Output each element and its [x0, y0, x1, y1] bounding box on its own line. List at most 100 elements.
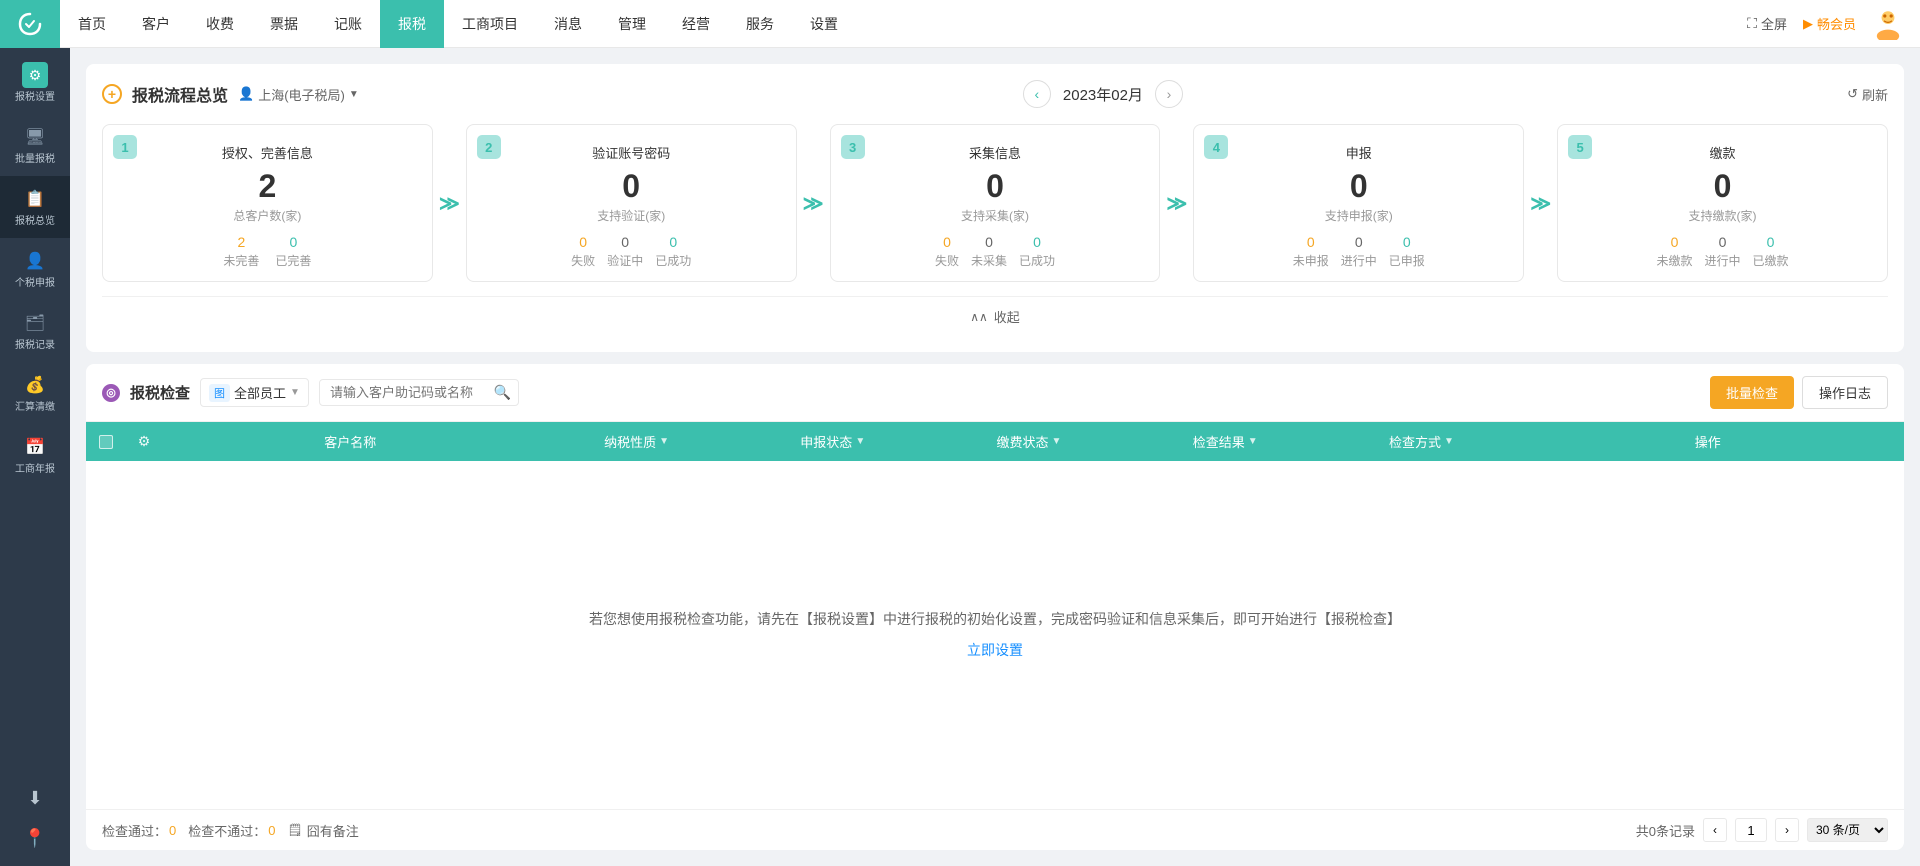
page-input[interactable]: [1735, 818, 1767, 842]
step-4-stat-undeclared[interactable]: 0 未申报: [1293, 234, 1329, 269]
th-tax-type[interactable]: 纳税性质 ▼: [538, 422, 734, 461]
avatar[interactable]: [1872, 8, 1904, 40]
step-5-count: 0: [1570, 168, 1875, 205]
vip-btn[interactable]: ▶ 畅会员: [1803, 14, 1856, 33]
sidebar-bottom: ⬇ 📍: [19, 782, 51, 866]
step-2: 2 验证账号密码 0 支持验证(家) 0 失败 0 验证中: [466, 124, 797, 282]
batch-check-btn[interactable]: 批量检查: [1710, 376, 1794, 409]
nav-items: 首页 客户 收费 票据 记账 报税 工商项目 消息 管理 经营 服务 设置: [60, 0, 856, 48]
refresh-btn[interactable]: ↺ 刷新: [1847, 85, 1888, 104]
employee-filter[interactable]: 图 全部员工 ▼: [200, 378, 309, 407]
step-5-stat-paid[interactable]: 0 已缴款: [1753, 234, 1789, 269]
step-3-stat-success[interactable]: 0 已成功: [1019, 234, 1055, 269]
step-2-title: 验证账号密码: [479, 143, 784, 162]
step-4-count: 0: [1206, 168, 1511, 205]
per-page-select[interactable]: 30 条/页50 条/页100 条/页: [1807, 818, 1888, 842]
refresh-icon: ↺: [1847, 86, 1858, 102]
prev-page-btn[interactable]: ‹: [1703, 818, 1727, 842]
sidebar-item-batch-tax[interactable]: 🖥 批量报税: [0, 114, 70, 176]
search-wrap: 🔍: [319, 379, 519, 406]
sidebar-item-tax-settings[interactable]: ⚙ 报税设置: [0, 52, 70, 114]
nav-item-invoice[interactable]: 票据: [252, 0, 316, 48]
sidebar-item-business-report[interactable]: 📅 工商年报: [0, 424, 70, 486]
th-settings[interactable]: ⚙: [126, 422, 162, 461]
step-2-stat-success[interactable]: 0 已成功: [655, 234, 691, 269]
step-5: 5 缴款 0 支持缴款(家) 0 未缴款 0 进行中: [1557, 124, 1888, 282]
th-checkbox[interactable]: [86, 422, 126, 461]
nav-item-accounting[interactable]: 记账: [316, 0, 380, 48]
location-person-icon: 👤: [238, 86, 254, 102]
sidebar-item-annual-settlement[interactable]: 💰 汇算清缴: [0, 362, 70, 424]
step-1-count: 2: [115, 168, 420, 205]
logo-icon: [16, 10, 44, 38]
step-3-stat-failed[interactable]: 0 失败: [935, 234, 959, 269]
table-footer: 检查通过： 0 检查不通过： 0 🗒 囧有备注 共0条记录 ‹ › 30 条/页…: [86, 809, 1904, 850]
step-4-stat-declared[interactable]: 0 已申报: [1389, 234, 1425, 269]
arrow-4: ≫: [1524, 124, 1557, 282]
step-1-title: 授权、完善信息: [115, 143, 420, 162]
nav-item-service[interactable]: 服务: [728, 0, 792, 48]
filter-icon-pay: ▼: [1052, 436, 1062, 447]
sidebar-label-business-report: 工商年报: [15, 464, 55, 476]
nav-item-business[interactable]: 工商项目: [444, 0, 536, 48]
step-2-count: 0: [479, 168, 784, 205]
nav-item-settings[interactable]: 设置: [792, 0, 856, 48]
nav-item-message[interactable]: 消息: [536, 0, 600, 48]
step-1-stat-incomplete[interactable]: 2 未完善: [223, 234, 259, 269]
step-2-stat-verifying[interactable]: 0 验证中: [607, 234, 643, 269]
prev-month-btn[interactable]: ‹: [1023, 80, 1051, 108]
step-1: 1 授权、完善信息 2 总客户数(家) 2 未完善 0 已完善: [102, 124, 433, 282]
download-icon[interactable]: ⬇: [19, 782, 51, 814]
sidebar-item-personal-tax[interactable]: 👤 个税申报: [0, 238, 70, 300]
th-pay-status[interactable]: 缴费状态 ▼: [931, 422, 1127, 461]
location-icon[interactable]: 📍: [19, 822, 51, 854]
nav-item-customer[interactable]: 客户: [124, 0, 188, 48]
step-1-number: 1: [113, 135, 137, 159]
checkbox-all[interactable]: [99, 435, 113, 449]
sidebar-item-tax-record[interactable]: 🗂 报税记录: [0, 300, 70, 362]
step-3: 3 采集信息 0 支持采集(家) 0 失败 0 未采集: [830, 124, 1161, 282]
fail-value[interactable]: 0: [268, 823, 275, 838]
step-3-stat-uncollected[interactable]: 0 未采集: [971, 234, 1007, 269]
arrow-1: ≫: [433, 124, 466, 282]
personal-tax-icon: 👤: [22, 248, 48, 274]
check-title: 报税检查: [130, 382, 190, 403]
fullscreen-btn[interactable]: ⛶ 全屏: [1747, 14, 1787, 33]
next-month-btn[interactable]: ›: [1155, 80, 1183, 108]
step-3-subtitle: 支持采集(家): [843, 207, 1148, 224]
nav-item-fee[interactable]: 收费: [188, 0, 252, 48]
fail-label: 检查不通过：: [188, 821, 266, 840]
collapse-btn[interactable]: ∧∧ 收起: [102, 296, 1888, 336]
nav-item-home[interactable]: 首页: [60, 0, 124, 48]
table-empty-state: 若您想使用报税检查功能，请先在【报税设置】中进行报税的初始化设置，完成密码验证和…: [86, 461, 1904, 809]
top-right: ⛶ 全屏 ▶ 畅会员: [1747, 8, 1920, 40]
step-1-stat-complete[interactable]: 0 已完善: [275, 234, 311, 269]
log-btn[interactable]: 操作日志: [1802, 376, 1888, 409]
nav-item-ops[interactable]: 经营: [664, 0, 728, 48]
search-input[interactable]: [319, 379, 519, 406]
step-5-stat-inprogress[interactable]: 0 进行中: [1705, 234, 1741, 269]
nav-item-tax[interactable]: 报税: [380, 0, 444, 48]
note-info: 🗒 囧有备注: [288, 821, 359, 840]
setup-link[interactable]: 立即设置: [967, 635, 1023, 666]
check-header: ◎ 报税检查 图 全部员工 ▼ 🔍 批量检查 操作日志: [86, 364, 1904, 422]
sidebar-label-tax-record: 报税记录: [15, 340, 55, 352]
th-check-result[interactable]: 检查结果 ▼: [1127, 422, 1323, 461]
location-text: 上海(电子税局): [258, 85, 345, 104]
location-selector[interactable]: 👤 上海(电子税局) ▼: [238, 85, 359, 104]
search-icon[interactable]: 🔍: [494, 384, 511, 401]
step-5-stat-unpaid[interactable]: 0 未缴款: [1657, 234, 1693, 269]
step-3-stats: 0 失败 0 未采集 0 已成功: [843, 234, 1148, 269]
sidebar-item-tax-overview[interactable]: 📋 报税总览: [0, 176, 70, 238]
next-page-btn[interactable]: ›: [1775, 818, 1799, 842]
business-report-icon: 📅: [22, 434, 48, 460]
th-declare-status[interactable]: 申报状态 ▼: [735, 422, 931, 461]
nav-item-manage[interactable]: 管理: [600, 0, 664, 48]
step-2-stat-failed[interactable]: 0 失败: [571, 234, 595, 269]
step-4-stat-inprogress[interactable]: 0 进行中: [1341, 234, 1377, 269]
step-5-title: 缴款: [1570, 143, 1875, 162]
pass-value[interactable]: 0: [169, 823, 176, 838]
employee-filter-label: 全部员工: [234, 383, 286, 402]
play-icon: ▶: [1803, 16, 1813, 32]
th-check-method[interactable]: 检查方式 ▼: [1323, 422, 1519, 461]
